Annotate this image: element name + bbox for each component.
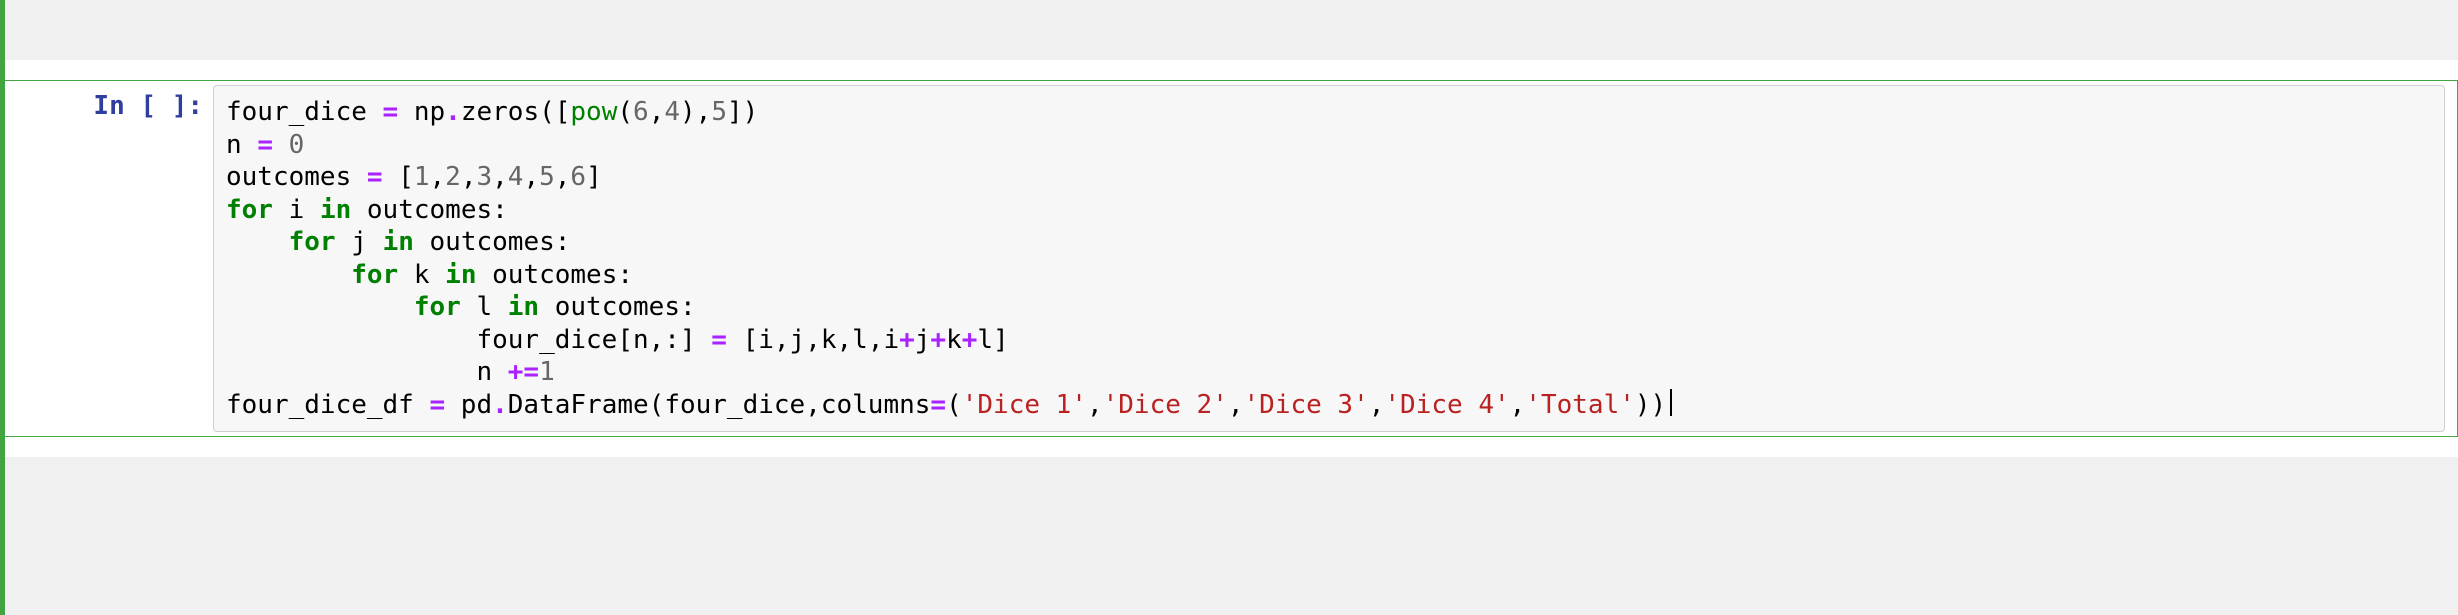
code-token: outcomes <box>226 162 367 192</box>
code-token: , <box>430 162 446 192</box>
code-token: in <box>320 195 351 225</box>
code-token: )) <box>1635 390 1666 420</box>
code-token: for <box>414 292 461 322</box>
page-background-top <box>0 0 2458 60</box>
code-token <box>226 227 289 257</box>
code-token: , <box>1510 390 1526 420</box>
code-token: 4 <box>664 97 680 127</box>
code-line[interactable]: for k in outcomes: <box>226 259 2432 292</box>
code-token: , <box>461 162 477 192</box>
code-token: n <box>226 130 257 160</box>
code-token: 'Dice 4' <box>1384 390 1509 420</box>
code-token: ]) <box>727 97 758 127</box>
code-line[interactable]: n = 0 <box>226 129 2432 162</box>
code-token: 'Dice 3' <box>1244 390 1369 420</box>
code-token: 5 <box>539 162 555 192</box>
code-token: , <box>492 162 508 192</box>
code-token: for <box>351 260 398 290</box>
code-token: ( <box>617 97 633 127</box>
input-prompt: In [ ]: <box>1 81 213 436</box>
code-token: 5 <box>711 97 727 127</box>
code-token: 'Total' <box>1525 390 1635 420</box>
code-token: 'Dice 1' <box>962 390 1087 420</box>
code-token: + <box>930 325 946 355</box>
code-cell[interactable]: In [ ]: four_dice = np.zeros([pow(6,4),5… <box>0 80 2458 437</box>
code-token: j <box>336 227 383 257</box>
code-token: j <box>915 325 931 355</box>
code-token: [i,j,k,l,i <box>727 325 899 355</box>
code-token: 0 <box>289 130 305 160</box>
code-line[interactable]: four_dice_df = pd.DataFrame(four_dice,co… <box>226 389 2432 422</box>
page-background-bottom <box>0 457 2458 517</box>
code-token: outcomes: <box>414 227 571 257</box>
code-token: = <box>367 162 383 192</box>
code-line[interactable]: for i in outcomes: <box>226 194 2432 227</box>
code-token: for <box>226 195 273 225</box>
code-token: four_dice <box>226 97 383 127</box>
code-token <box>226 260 351 290</box>
code-line[interactable]: for l in outcomes: <box>226 291 2432 324</box>
code-token: 6 <box>570 162 586 192</box>
code-token: pow <box>570 97 617 127</box>
code-token: = <box>257 130 273 160</box>
code-token: . <box>445 97 461 127</box>
code-token: , <box>649 97 665 127</box>
code-token: DataFrame(four_dice,columns <box>508 390 931 420</box>
code-token: 1 <box>414 162 430 192</box>
code-token: k <box>946 325 962 355</box>
code-token: 6 <box>633 97 649 127</box>
code-token: 2 <box>445 162 461 192</box>
code-token <box>273 130 289 160</box>
code-token: = <box>430 390 446 420</box>
code-line[interactable]: four_dice = np.zeros([pow(6,4),5]) <box>226 96 2432 129</box>
code-editor[interactable]: four_dice = np.zeros([pow(6,4),5])n = 0o… <box>213 85 2445 432</box>
code-token: np <box>398 97 445 127</box>
code-token: [ <box>383 162 414 192</box>
code-token: in <box>383 227 414 257</box>
text-cursor <box>1670 389 1672 416</box>
code-token: , <box>555 162 571 192</box>
code-token: n <box>226 357 508 387</box>
code-token: four_dice[n,:] <box>226 325 711 355</box>
code-token: i <box>273 195 320 225</box>
code-token: , <box>1087 390 1103 420</box>
code-token: , <box>1228 390 1244 420</box>
code-token: ( <box>946 390 962 420</box>
code-token: in <box>508 292 539 322</box>
code-line[interactable]: four_dice[n,:] = [i,j,k,l,i+j+k+l] <box>226 324 2432 357</box>
code-token: k <box>398 260 445 290</box>
code-token: for <box>289 227 336 257</box>
code-token: outcomes: <box>476 260 633 290</box>
code-token: . <box>492 390 508 420</box>
code-token: l <box>461 292 508 322</box>
code-token: ] <box>586 162 602 192</box>
code-token: + <box>962 325 978 355</box>
code-token: + <box>899 325 915 355</box>
code-token: outcomes: <box>351 195 508 225</box>
code-token: zeros([ <box>461 97 571 127</box>
code-token: = <box>383 97 399 127</box>
code-token: 1 <box>539 357 555 387</box>
code-token: 3 <box>476 162 492 192</box>
code-token: += <box>508 357 539 387</box>
code-line[interactable]: outcomes = [1,2,3,4,5,6] <box>226 161 2432 194</box>
code-token: 'Dice 2' <box>1103 390 1228 420</box>
code-token: four_dice_df <box>226 390 430 420</box>
code-line[interactable]: for j in outcomes: <box>226 226 2432 259</box>
code-token: , <box>523 162 539 192</box>
code-token: ), <box>680 97 711 127</box>
code-token <box>226 292 414 322</box>
code-token: outcomes: <box>539 292 696 322</box>
code-token: = <box>930 390 946 420</box>
code-token: 4 <box>508 162 524 192</box>
code-token: = <box>711 325 727 355</box>
code-token: in <box>445 260 476 290</box>
code-line[interactable]: n +=1 <box>226 356 2432 389</box>
notebook-container: In [ ]: four_dice = np.zeros([pow(6,4),5… <box>0 60 2458 457</box>
code-token: l] <box>977 325 1008 355</box>
code-token: pd <box>445 390 492 420</box>
code-token: , <box>1369 390 1385 420</box>
